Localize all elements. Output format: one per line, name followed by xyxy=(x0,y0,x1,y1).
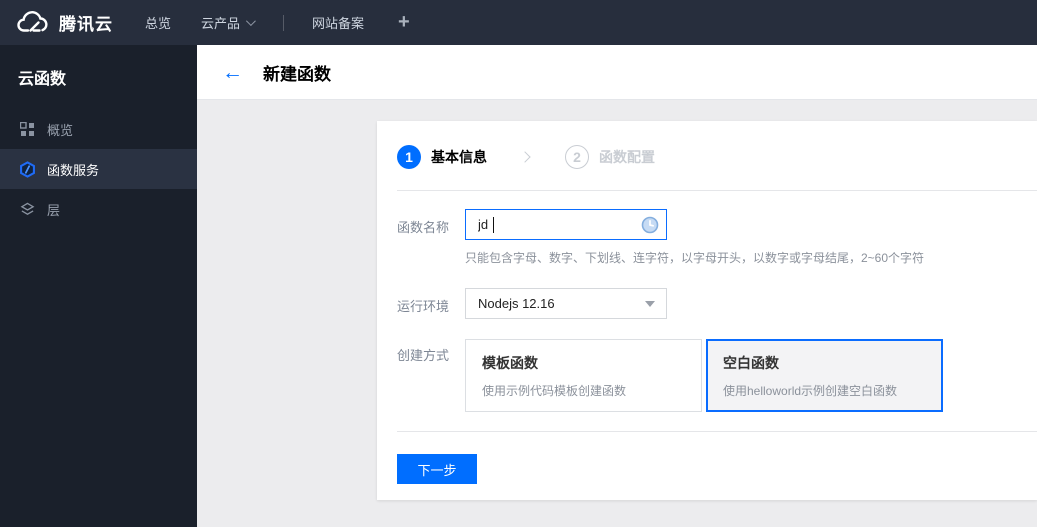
sidebar-item-layers[interactable]: 层 xyxy=(0,189,197,229)
function-name-row: 函数名称 jd 只能包含字母、数字、下划线、连字符，以字母开头，以数字或字母结尾… xyxy=(397,209,1017,266)
sidebar: 云函数 概览 函数服务 层 xyxy=(0,45,197,527)
sidebar-item-label: 概览 xyxy=(47,122,74,138)
sidebar-title: 云函数 xyxy=(18,71,67,88)
step-1-label: 基本信息 xyxy=(431,149,487,165)
option-blank-function[interactable]: 空白函数 使用helloworld示例创建空白函数 xyxy=(706,339,943,412)
cloud-logo-icon xyxy=(16,11,50,34)
grid-icon xyxy=(19,121,36,138)
runtime-select[interactable]: Nodejs 12.16 xyxy=(465,288,667,319)
chevron-down-icon xyxy=(245,16,256,27)
function-name-label: 函数名称 xyxy=(397,220,450,235)
sidebar-item-label: 层 xyxy=(47,202,61,218)
step-1-circle: 1 xyxy=(397,145,421,169)
next-step-button[interactable]: 下一步 xyxy=(397,454,477,484)
runtime-selected-value: Nodejs 12.16 xyxy=(478,296,555,311)
function-name-field-group: 只能包含字母、数字、下划线、连字符，以字母开头，以数字或字母结尾，2~60个字符 xyxy=(465,209,924,266)
nav-cloud-products[interactable]: 云产品 xyxy=(201,13,256,32)
clock-icon[interactable] xyxy=(641,216,659,239)
topbar: 腾讯云 总览 云产品 网站备案 + xyxy=(0,0,1037,45)
creation-method-row: 创建方式 模板函数 使用示例代码模板创建函数 空白函数 使用helloworld… xyxy=(397,339,1017,412)
layers-icon xyxy=(19,201,36,218)
brand-name: 腾讯云 xyxy=(59,15,113,34)
option-desc: 使用helloworld示例创建空白函数 xyxy=(723,384,898,398)
creation-method-options: 模板函数 使用示例代码模板创建函数 空白函数 使用helloworld示例创建空… xyxy=(465,339,943,412)
step-arrow-icon xyxy=(519,151,531,163)
top-nav: 总览 云产品 网站备案 + xyxy=(145,11,410,34)
nav-divider xyxy=(283,14,285,31)
tencent-cloud-logo[interactable]: 腾讯云 xyxy=(16,10,113,35)
main-area: ← 新建函数 1 基本信息 2 函数配置 函数名称 jd 只能包含字母、数字、下… xyxy=(197,45,1037,527)
back-arrow-icon[interactable]: ← xyxy=(222,62,243,83)
option-title: 空白函数 xyxy=(723,355,779,371)
scf-hexagon-icon xyxy=(19,160,36,178)
page-title: 新建函数 xyxy=(263,64,331,84)
nav-icp-filing[interactable]: 网站备案 xyxy=(312,13,364,32)
runtime-label: 运行环境 xyxy=(397,299,450,314)
wizard-card: 1 基本信息 2 函数配置 函数名称 jd 只能包含字母、数字、下划线、连字符，… xyxy=(377,121,1037,500)
sidebar-item-function-service[interactable]: 函数服务 xyxy=(0,149,197,189)
creation-method-label: 创建方式 xyxy=(397,348,450,363)
step-2-circle: 2 xyxy=(565,145,589,169)
function-name-input[interactable] xyxy=(466,210,666,239)
text-cursor xyxy=(493,217,494,233)
function-name-input-wrap xyxy=(465,209,667,240)
step-2-label: 函数配置 xyxy=(599,149,655,165)
page-header: ← 新建函数 xyxy=(197,45,1037,100)
function-name-helper-text: 只能包含字母、数字、下划线、连字符，以字母开头，以数字或字母结尾，2~60个字符 xyxy=(465,251,925,265)
runtime-row: 运行环境 Nodejs 12.16 xyxy=(397,288,1017,319)
divider xyxy=(397,431,1037,432)
content-area: 1 基本信息 2 函数配置 函数名称 jd 只能包含字母、数字、下划线、连字符，… xyxy=(197,100,1037,527)
option-title: 模板函数 xyxy=(482,355,538,371)
select-caret-icon xyxy=(645,300,655,307)
option-template-function[interactable]: 模板函数 使用示例代码模板创建函数 xyxy=(465,339,702,412)
add-tab-button[interactable]: + xyxy=(398,11,410,34)
divider xyxy=(397,190,1037,191)
step-indicator: 1 基本信息 2 函数配置 xyxy=(397,145,1017,169)
option-desc: 使用示例代码模板创建函数 xyxy=(482,384,627,398)
sidebar-item-overview[interactable]: 概览 xyxy=(0,109,197,149)
sidebar-item-label: 函数服务 xyxy=(47,162,100,178)
nav-overview[interactable]: 总览 xyxy=(145,13,171,32)
